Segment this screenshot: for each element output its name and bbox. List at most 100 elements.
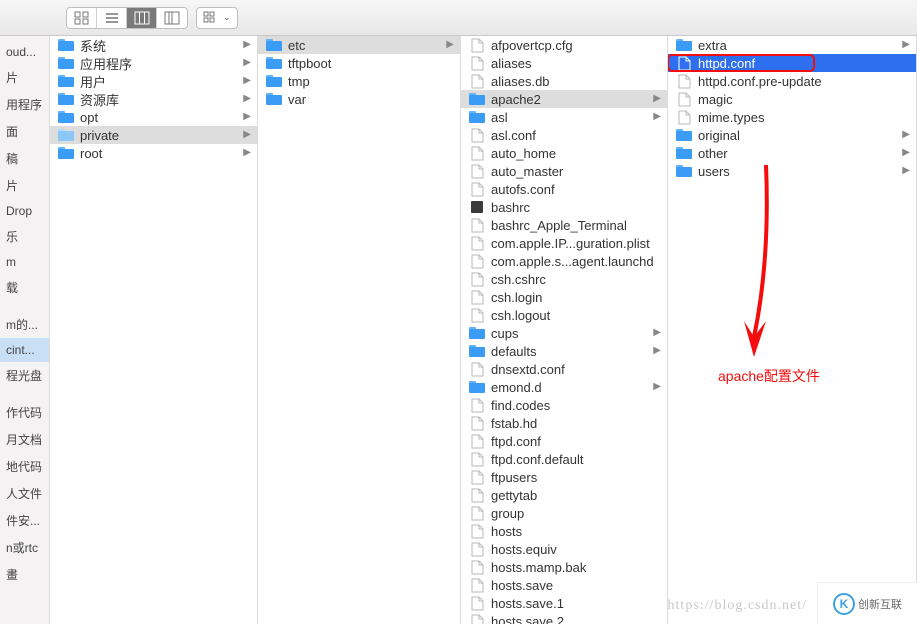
list-item[interactable]: fstab.hd [461, 414, 667, 432]
list-item[interactable]: gettytab [461, 486, 667, 504]
item-label: 用户 [80, 72, 253, 91]
item-label: ftpusers [491, 470, 663, 485]
list-item[interactable]: tftpboot [258, 54, 460, 72]
list-item[interactable]: hosts.save.2 [461, 612, 667, 624]
item-label: com.apple.IP...guration.plist [491, 236, 663, 251]
list-item[interactable]: aliases [461, 54, 667, 72]
sidebar-item[interactable]: n或rtc [0, 534, 49, 561]
list-item[interactable]: 用户▶ [50, 72, 257, 90]
list-item[interactable]: 系统▶ [50, 36, 257, 54]
list-item[interactable]: com.apple.s...agent.launchd [461, 252, 667, 270]
sidebar-item[interactable] [0, 301, 49, 311]
list-item[interactable]: defaults▶ [461, 342, 667, 360]
view-columns-button[interactable] [127, 8, 157, 28]
item-label: ftpd.conf [491, 434, 663, 449]
chevron-right-icon: ▶ [902, 147, 910, 158]
list-item[interactable]: 资源库▶ [50, 90, 257, 108]
item-label: asl.conf [491, 128, 663, 143]
list-item[interactable]: ftpd.conf [461, 432, 667, 450]
list-item[interactable]: csh.logout [461, 306, 667, 324]
list-item[interactable]: auto_master [461, 162, 667, 180]
list-item[interactable]: bashrc_Apple_Terminal [461, 216, 667, 234]
sidebar-item[interactable]: 稿 [0, 145, 49, 172]
list-item[interactable]: hosts.mamp.bak [461, 558, 667, 576]
list-item[interactable]: bashrc [461, 198, 667, 216]
item-label: afpovertcp.cfg [491, 38, 663, 53]
list-item[interactable]: asl▶ [461, 108, 667, 126]
list-item[interactable]: aliases.db [461, 72, 667, 90]
list-item[interactable]: apache2▶ [461, 90, 667, 108]
list-item[interactable]: private▶ [50, 126, 257, 144]
list-item[interactable]: etc▶ [258, 36, 460, 54]
column-3: afpovertcp.cfgaliasesaliases.dbapache2▶a… [461, 36, 668, 624]
file-icon [469, 577, 485, 593]
sidebar-item[interactable]: 件安... [0, 507, 49, 534]
sidebar-item[interactable]: 片 [0, 64, 49, 91]
list-item[interactable]: extra▶ [668, 36, 916, 54]
item-label: extra [698, 38, 912, 53]
watermark-url: https://blog.csdn.net/ [668, 598, 807, 614]
sidebar-item[interactable]: 人文件 [0, 480, 49, 507]
view-list-button[interactable] [97, 8, 127, 28]
list-item[interactable]: asl.conf [461, 126, 667, 144]
item-label: aliases [491, 56, 663, 71]
sidebar-item[interactable]: m的... [0, 311, 49, 338]
sidebar-item[interactable]: 载 [0, 274, 49, 301]
list-item[interactable]: ftpd.conf.default [461, 450, 667, 468]
list-item[interactable]: group [461, 504, 667, 522]
list-item[interactable]: magic [668, 90, 916, 108]
sidebar-item[interactable]: 片 [0, 172, 49, 199]
view-gallery-button[interactable] [157, 8, 187, 28]
list-item[interactable]: csh.login [461, 288, 667, 306]
sidebar-item[interactable] [0, 389, 49, 399]
item-label: other [698, 146, 912, 161]
list-item[interactable]: hosts.save [461, 576, 667, 594]
list-item[interactable]: users▶ [668, 162, 916, 180]
list-item[interactable]: tmp [258, 72, 460, 90]
file-icon [469, 595, 485, 611]
item-label: ftpd.conf.default [491, 452, 663, 467]
sidebar-item[interactable]: 用程序 [0, 91, 49, 118]
sidebar-item[interactable]: 月文档 [0, 426, 49, 453]
item-label: tmp [288, 74, 456, 89]
folder-icon [58, 145, 74, 161]
sidebar-item[interactable]: 畫 [0, 561, 49, 588]
list-item[interactable]: httpd.conf.pre-update [668, 72, 916, 90]
file-icon [469, 415, 485, 431]
sidebar-item[interactable]: 地代码 [0, 453, 49, 480]
sidebar-item[interactable]: m [0, 250, 49, 274]
sidebar-item[interactable]: Drop [0, 199, 49, 223]
sidebar-item[interactable]: cint... [0, 338, 49, 362]
list-item[interactable]: emond.d▶ [461, 378, 667, 396]
list-item[interactable]: cups▶ [461, 324, 667, 342]
list-item[interactable]: var [258, 90, 460, 108]
list-item[interactable]: hosts.save.1 [461, 594, 667, 612]
sidebar-item[interactable]: 作代码 [0, 399, 49, 426]
list-item[interactable]: ftpusers [461, 468, 667, 486]
sidebar-item[interactable]: 乐 [0, 223, 49, 250]
list-item[interactable]: hosts [461, 522, 667, 540]
list-item[interactable]: other▶ [668, 144, 916, 162]
chevron-right-icon: ▶ [243, 129, 251, 140]
list-item[interactable]: mime.types [668, 108, 916, 126]
arrange-dropdown[interactable]: ⌄ [196, 7, 238, 29]
sidebar-item[interactable]: 程光盘 [0, 362, 49, 389]
list-item[interactable]: 应用程序▶ [50, 54, 257, 72]
list-item[interactable]: auto_home [461, 144, 667, 162]
folder-icon [676, 145, 692, 161]
list-item[interactable]: com.apple.IP...guration.plist [461, 234, 667, 252]
file-icon [469, 613, 485, 624]
list-item[interactable]: original▶ [668, 126, 916, 144]
sidebar-item[interactable]: 面 [0, 118, 49, 145]
list-item[interactable]: find.codes [461, 396, 667, 414]
list-item[interactable]: root▶ [50, 144, 257, 162]
list-item[interactable]: dnsextd.conf [461, 360, 667, 378]
list-item[interactable]: hosts.equiv [461, 540, 667, 558]
sidebar-item[interactable]: oud... [0, 40, 49, 64]
list-item[interactable]: csh.cshrc [461, 270, 667, 288]
list-item[interactable]: autofs.conf [461, 180, 667, 198]
list-item[interactable]: afpovertcp.cfg [461, 36, 667, 54]
list-item[interactable]: httpd.conf [668, 54, 916, 72]
view-icon-button[interactable] [67, 8, 97, 28]
list-item[interactable]: opt▶ [50, 108, 257, 126]
